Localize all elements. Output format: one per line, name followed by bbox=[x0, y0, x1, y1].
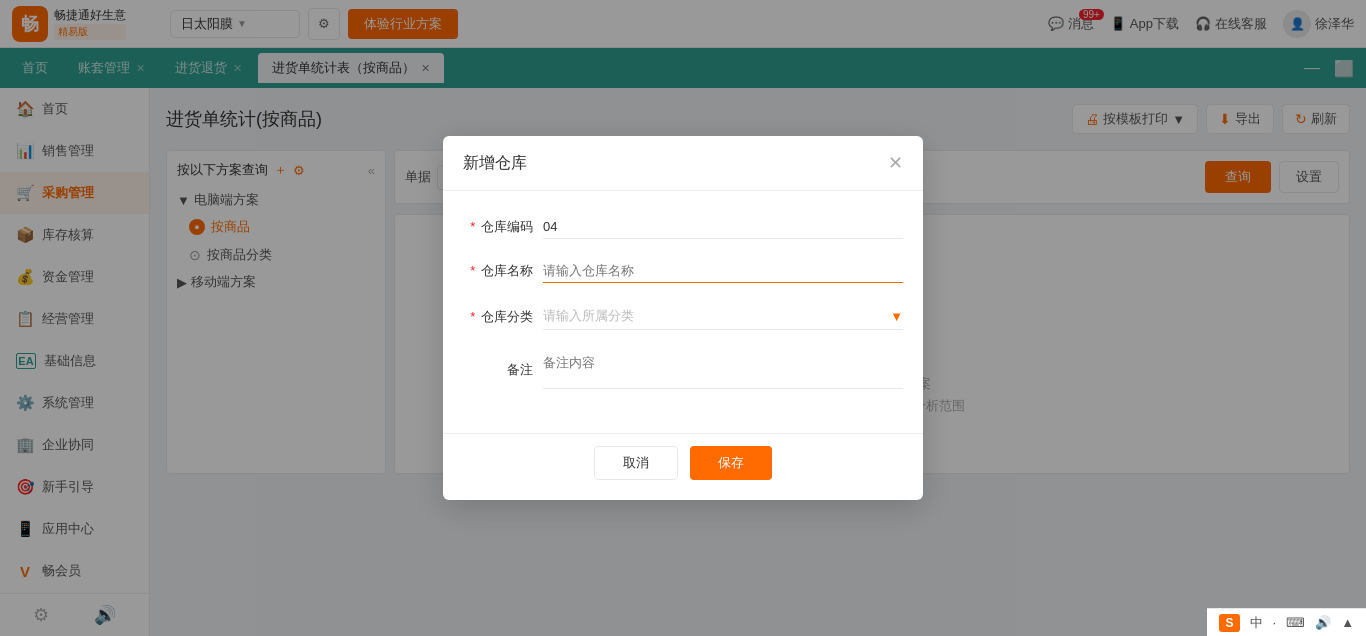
dialog-close-button[interactable]: ✕ bbox=[888, 152, 903, 174]
dialog-body: * 仓库编码 * 仓库名称 * 仓库分类 请输入所属 bbox=[443, 191, 923, 433]
warehouse-note-input[interactable] bbox=[543, 350, 903, 389]
name-required-mark: * bbox=[470, 263, 475, 278]
code-label-text: 仓库编码 bbox=[481, 219, 533, 234]
category-dropdown-arrow: ▼ bbox=[890, 309, 903, 324]
dialog-header: 新增仓库 ✕ bbox=[443, 136, 923, 191]
dialog-title: 新增仓库 bbox=[463, 153, 527, 174]
form-row-category: * 仓库分类 请输入所属分类 ▼ bbox=[463, 303, 903, 330]
status-bar: S 中 · ⌨ 🔊 ▲ bbox=[1207, 608, 1366, 636]
dialog-footer: 取消 保存 bbox=[443, 434, 923, 500]
warehouse-code-input[interactable] bbox=[543, 215, 903, 239]
category-label-text: 仓库分类 bbox=[481, 309, 533, 324]
status-arrow-icon[interactable]: ▲ bbox=[1341, 615, 1354, 630]
status-dot: · bbox=[1273, 615, 1277, 630]
note-label: 备注 bbox=[463, 361, 543, 379]
dialog-overlay: 新增仓库 ✕ * 仓库编码 * 仓库名称 bbox=[0, 0, 1366, 636]
add-warehouse-dialog: 新增仓库 ✕ * 仓库编码 * 仓库名称 bbox=[443, 136, 923, 500]
cancel-button[interactable]: 取消 bbox=[594, 446, 678, 480]
code-required-mark: * bbox=[470, 219, 475, 234]
form-row-code: * 仓库编码 bbox=[463, 215, 903, 239]
save-button[interactable]: 保存 bbox=[690, 446, 772, 480]
status-lang[interactable]: 中 bbox=[1250, 614, 1263, 632]
category-label: * 仓库分类 bbox=[463, 308, 543, 326]
category-required-mark: * bbox=[470, 309, 475, 324]
category-placeholder: 请输入所属分类 bbox=[543, 307, 634, 325]
name-label: * 仓库名称 bbox=[463, 262, 543, 280]
code-label: * 仓库编码 bbox=[463, 218, 543, 236]
warehouse-category-select[interactable]: 请输入所属分类 ▼ bbox=[543, 303, 903, 330]
brand-badge: S bbox=[1219, 614, 1239, 632]
status-speaker-icon[interactable]: 🔊 bbox=[1315, 615, 1331, 630]
status-keyboard-icon[interactable]: ⌨ bbox=[1286, 615, 1305, 630]
note-label-text: 备注 bbox=[507, 362, 533, 377]
form-row-note: 备注 bbox=[463, 350, 903, 389]
form-row-name: * 仓库名称 bbox=[463, 259, 903, 283]
warehouse-name-input[interactable] bbox=[543, 259, 903, 283]
name-label-text: 仓库名称 bbox=[481, 263, 533, 278]
